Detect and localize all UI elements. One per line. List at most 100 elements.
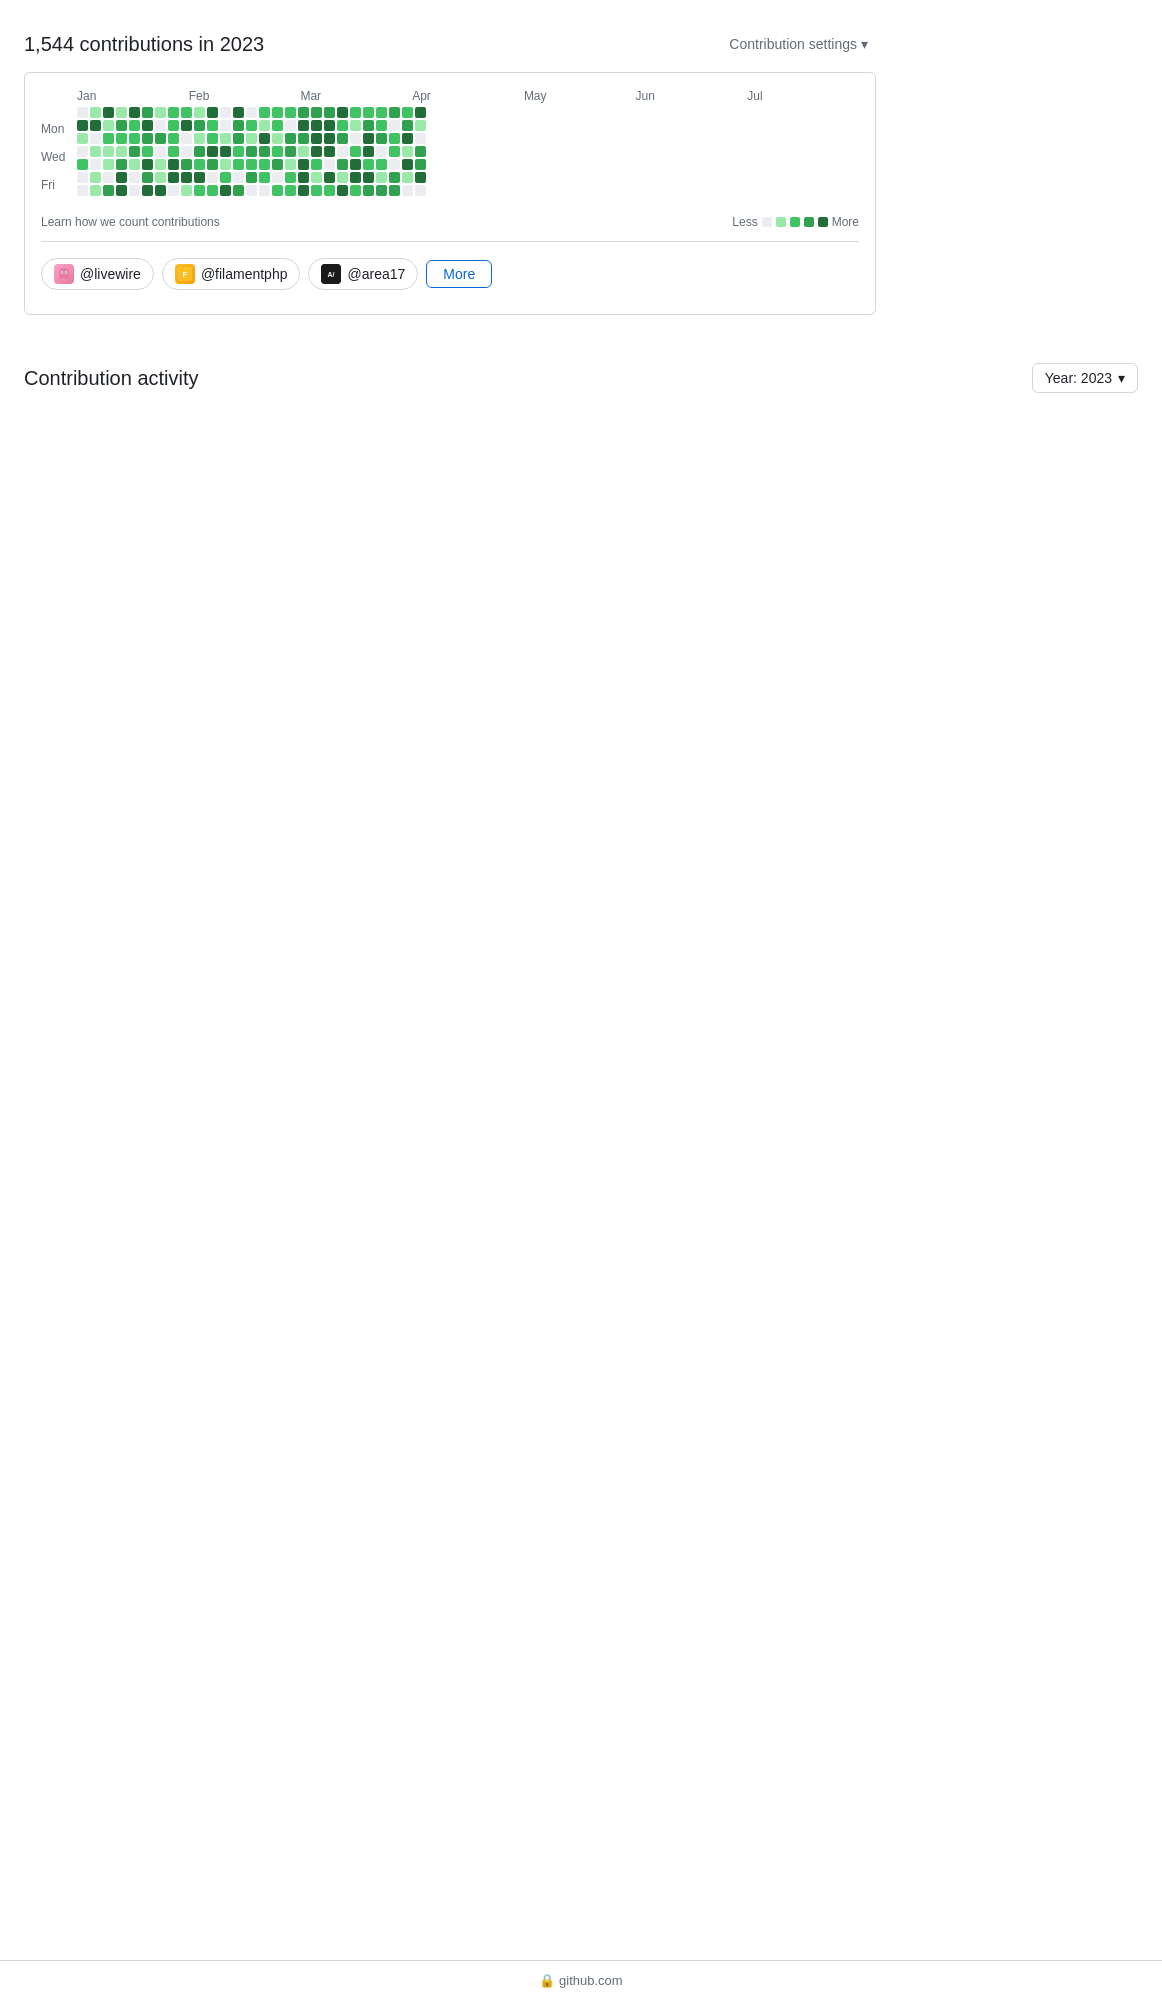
contribution-cell: [324, 172, 335, 183]
month-feb: Feb: [189, 89, 301, 103]
livewire-avatar: [54, 264, 74, 284]
contribution-cell: [207, 107, 218, 118]
org-tag-filamentphp[interactable]: F @filamentphp: [162, 258, 301, 290]
contribution-cell: [402, 133, 413, 144]
contribution-cell: [77, 185, 88, 196]
contribution-cell: [207, 146, 218, 157]
contribution-cell: [259, 185, 270, 196]
contribution-cell: [181, 107, 192, 118]
day-labels: Mon Wed Fri: [41, 107, 77, 207]
contribution-cell: [324, 159, 335, 170]
contribution-cell: [272, 120, 283, 131]
contribution-cell: [402, 172, 413, 183]
contribution-cell: [142, 159, 153, 170]
contribution-cell: [220, 107, 231, 118]
contribution-cell: [233, 146, 244, 157]
contribution-cell: [155, 133, 166, 144]
contribution-cell: [272, 107, 283, 118]
contribution-grid: [77, 107, 426, 196]
livewire-handle: @livewire: [80, 266, 141, 282]
contribution-cell: [389, 146, 400, 157]
contribution-cell: [285, 120, 296, 131]
legend-cell-4: [818, 217, 828, 227]
contribution-cell: [168, 185, 179, 196]
contribution-cell: [77, 107, 88, 118]
contribution-cell: [389, 172, 400, 183]
org-tag-area17[interactable]: A/ @area17: [308, 258, 418, 290]
contribution-cell: [389, 133, 400, 144]
contribution-cell: [194, 146, 205, 157]
contribution-cell: [220, 172, 231, 183]
contribution-cell: [142, 172, 153, 183]
legend-scale: Less More: [732, 215, 859, 229]
contribution-cell: [389, 159, 400, 170]
footer-url: github.com: [559, 1973, 623, 1988]
contribution-cell: [363, 172, 374, 183]
contribution-cell: [168, 120, 179, 131]
contribution-cell: [389, 107, 400, 118]
contribution-settings-button[interactable]: Contribution settings ▾: [721, 32, 876, 56]
contribution-cell: [376, 172, 387, 183]
contribution-cell: [311, 146, 322, 157]
footer: 🔒 github.com: [0, 1960, 1162, 2000]
contribution-cell: [103, 172, 114, 183]
contribution-cell: [142, 146, 153, 157]
contribution-cell: [77, 159, 88, 170]
contribution-cell: [90, 146, 101, 157]
contribution-cell: [246, 107, 257, 118]
contribution-cell: [402, 146, 413, 157]
contribution-cell: [194, 120, 205, 131]
contribution-cell: [168, 146, 179, 157]
contribution-cell: [311, 172, 322, 183]
contribution-cell: [129, 133, 140, 144]
svg-point-3: [62, 272, 63, 273]
contribution-cell: [402, 159, 413, 170]
contribution-cell: [207, 133, 218, 144]
learn-contributions-link[interactable]: Learn how we count contributions: [41, 215, 220, 229]
year-select-button[interactable]: Year: 2023 ▾: [1032, 363, 1138, 393]
contribution-activity-section: Contribution activity Year: 2023 ▾: [0, 363, 1162, 393]
contribution-cell: [402, 185, 413, 196]
contribution-cell: [324, 185, 335, 196]
org-tag-livewire[interactable]: @livewire: [41, 258, 154, 290]
contribution-cell: [350, 172, 361, 183]
contribution-cell: [129, 146, 140, 157]
contribution-cell: [181, 185, 192, 196]
contribution-cell: [376, 159, 387, 170]
contribution-cell: [103, 120, 114, 131]
contribution-cell: [272, 159, 283, 170]
contribution-cell: [350, 159, 361, 170]
contribution-cell: [337, 172, 348, 183]
contribution-cell: [116, 146, 127, 157]
contribution-cell: [311, 159, 322, 170]
contribution-cell: [220, 146, 231, 157]
contribution-cell: [350, 185, 361, 196]
contribution-cell: [246, 120, 257, 131]
contribution-cell: [233, 185, 244, 196]
contribution-cell: [246, 159, 257, 170]
contribution-cell: [311, 185, 322, 196]
contribution-cell: [259, 107, 270, 118]
contribution-cell: [376, 185, 387, 196]
contribution-cell: [168, 159, 179, 170]
contribution-cell: [207, 185, 218, 196]
contribution-cell: [142, 185, 153, 196]
day-label-mon: Mon: [41, 123, 77, 136]
contribution-cell: [129, 120, 140, 131]
contribution-cell: [337, 107, 348, 118]
contribution-cell: [350, 146, 361, 157]
area17-handle: @area17: [347, 266, 405, 282]
contribution-cell: [324, 107, 335, 118]
contribution-cell: [103, 185, 114, 196]
contribution-cell: [298, 107, 309, 118]
contribution-cell: [168, 133, 179, 144]
dropdown-icon: ▾: [861, 36, 868, 52]
more-orgs-button[interactable]: More: [426, 260, 492, 288]
grid-area: Mon Wed Fri: [41, 107, 859, 207]
contribution-cell: [77, 172, 88, 183]
svg-point-4: [66, 272, 67, 273]
contribution-cell: [77, 120, 88, 131]
contributions-header: 1,544 contributions in 2023 Contribution…: [24, 32, 876, 56]
contribution-cell: [103, 107, 114, 118]
contribution-cell: [90, 185, 101, 196]
